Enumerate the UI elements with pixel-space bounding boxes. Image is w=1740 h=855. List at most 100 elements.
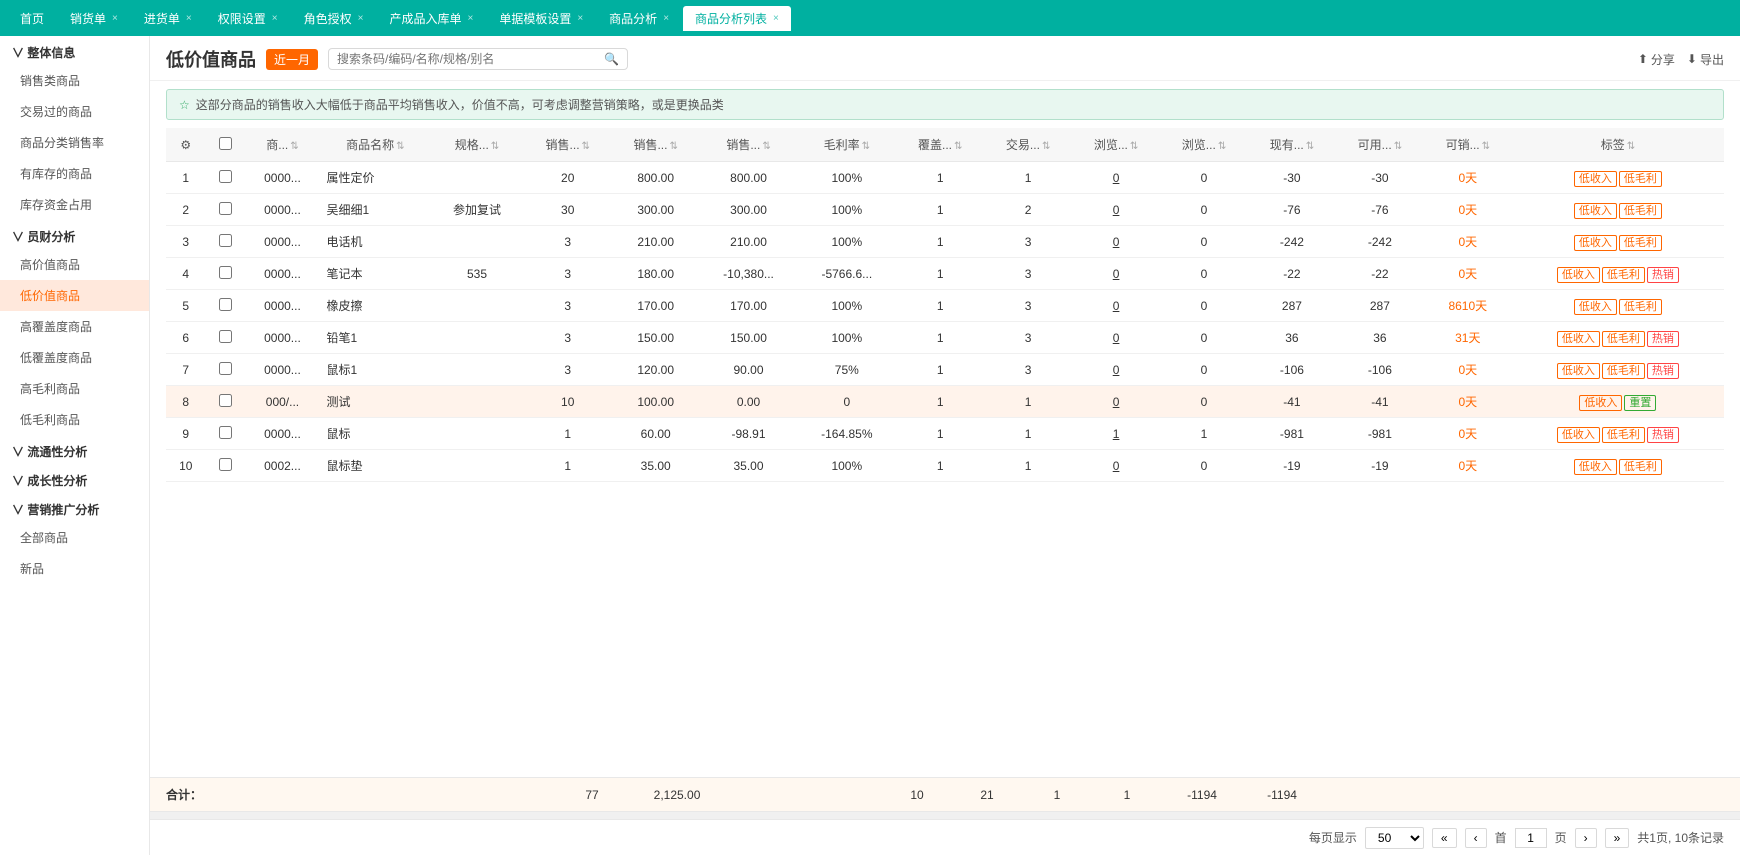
close-icon[interactable]: × xyxy=(773,13,779,24)
nav-purchase-order[interactable]: 进货单 × xyxy=(132,6,204,31)
row-view1[interactable]: 0 xyxy=(1072,386,1160,418)
scrollbar[interactable] xyxy=(150,811,1740,819)
col-stock[interactable]: 现有...⇅ xyxy=(1248,128,1336,162)
per-page-select[interactable]: 50 20 100 xyxy=(1365,827,1424,849)
row-view1[interactable]: 0 xyxy=(1072,354,1160,386)
view1-link[interactable]: 0 xyxy=(1113,203,1120,217)
nav-product-analysis[interactable]: 商品分析 × xyxy=(597,6,681,31)
col-name[interactable]: 商品名称⇅ xyxy=(320,128,430,162)
sidebar-group-marketing[interactable]: ∨ 营销推广分析 xyxy=(0,493,149,522)
row-checkbox[interactable] xyxy=(219,298,232,311)
row-checkbox[interactable] xyxy=(219,330,232,343)
row-view1[interactable]: 0 xyxy=(1072,226,1160,258)
view1-link[interactable]: 0 xyxy=(1113,459,1120,473)
nav-permission[interactable]: 权限设置 × xyxy=(206,6,290,31)
sidebar-item-stock-capital[interactable]: 库存资金占用 xyxy=(0,189,149,220)
close-icon[interactable]: × xyxy=(358,13,364,24)
sidebar-item-sales-products[interactable]: 销售类商品 xyxy=(0,65,149,96)
row-checkbox[interactable] xyxy=(219,394,232,407)
view1-link[interactable]: 0 xyxy=(1113,267,1120,281)
col-code[interactable]: 商...⇅ xyxy=(245,128,321,162)
close-icon[interactable]: × xyxy=(186,13,192,24)
sidebar-item-high-value[interactable]: 高价值商品 xyxy=(0,249,149,280)
col-margin[interactable]: 毛利率⇅ xyxy=(797,128,896,162)
sidebar-item-low-margin[interactable]: 低毛利商品 xyxy=(0,404,149,435)
next-page-button[interactable]: › xyxy=(1575,828,1597,848)
row-view1[interactable]: 0 xyxy=(1072,194,1160,226)
view1-link[interactable]: 0 xyxy=(1113,299,1120,313)
view1-link[interactable]: 0 xyxy=(1113,363,1120,377)
col-trade[interactable]: 交易...⇅ xyxy=(984,128,1072,162)
col-view1[interactable]: 浏览...⇅ xyxy=(1072,128,1160,162)
sidebar-item-traded-products[interactable]: 交易过的商品 xyxy=(0,96,149,127)
row-checkbox[interactable] xyxy=(219,234,232,247)
row-checkbox[interactable] xyxy=(219,362,232,375)
row-check[interactable] xyxy=(206,226,245,258)
col-qty[interactable]: 销售...⇅ xyxy=(524,128,612,162)
row-checkbox[interactable] xyxy=(219,426,232,439)
close-icon[interactable]: × xyxy=(112,13,118,24)
col-sale2[interactable]: 销售...⇅ xyxy=(700,128,798,162)
col-salable[interactable]: 可销...⇅ xyxy=(1424,128,1512,162)
row-check[interactable] xyxy=(206,322,245,354)
sidebar-group-growth[interactable]: ∨ 成长性分析 xyxy=(0,464,149,493)
row-view1[interactable]: 0 xyxy=(1072,322,1160,354)
close-icon[interactable]: × xyxy=(577,13,583,24)
col-tags[interactable]: 标签⇅ xyxy=(1512,128,1724,162)
close-icon[interactable]: × xyxy=(467,13,473,24)
row-checkbox[interactable] xyxy=(219,170,232,183)
sidebar-group-finance[interactable]: ∨ 员财分析 xyxy=(0,220,149,249)
date-range-button[interactable]: 近一月 xyxy=(266,49,318,70)
page-input[interactable] xyxy=(1515,828,1547,848)
row-view1[interactable]: 1 xyxy=(1072,418,1160,450)
nav-product-analysis-list[interactable]: 商品分析列表 × xyxy=(683,6,791,31)
row-view1[interactable]: 0 xyxy=(1072,290,1160,322)
col-sale1[interactable]: 销售...⇅ xyxy=(612,128,700,162)
row-view1[interactable]: 0 xyxy=(1072,258,1160,290)
row-view1[interactable]: 0 xyxy=(1072,450,1160,482)
row-check[interactable] xyxy=(206,162,245,194)
nav-template[interactable]: 单据模板设置 × xyxy=(487,6,595,31)
row-checkbox[interactable] xyxy=(219,458,232,471)
row-check[interactable] xyxy=(206,354,245,386)
col-coverage[interactable]: 覆盖...⇅ xyxy=(896,128,984,162)
view1-link[interactable]: 0 xyxy=(1113,171,1120,185)
row-check[interactable] xyxy=(206,418,245,450)
nav-sales-order[interactable]: 销货单 × xyxy=(58,6,130,31)
last-page-button[interactable]: » xyxy=(1605,828,1630,848)
sidebar-group-circulation[interactable]: ∨ 流通性分析 xyxy=(0,435,149,464)
search-input[interactable] xyxy=(337,52,604,66)
first-page-button[interactable]: « xyxy=(1432,828,1457,848)
col-avail[interactable]: 可用...⇅ xyxy=(1336,128,1424,162)
sidebar-item-low-value[interactable]: 低价值商品 xyxy=(0,280,149,311)
close-icon[interactable]: × xyxy=(663,13,669,24)
row-check[interactable] xyxy=(206,450,245,482)
select-all-checkbox[interactable] xyxy=(219,137,232,150)
search-box[interactable]: 🔍 xyxy=(328,48,628,70)
sidebar-item-new-products[interactable]: 新品 xyxy=(0,553,149,584)
sidebar-item-all-products[interactable]: 全部商品 xyxy=(0,522,149,553)
nav-product-storage[interactable]: 产成品入库单 × xyxy=(377,6,485,31)
col-view2[interactable]: 浏览...⇅ xyxy=(1160,128,1248,162)
col-checkbox[interactable] xyxy=(206,128,245,162)
share-button[interactable]: ⬆ 分享 xyxy=(1638,51,1675,68)
row-checkbox[interactable] xyxy=(219,266,232,279)
view1-link[interactable]: 0 xyxy=(1113,395,1120,409)
nav-home[interactable]: 首页 xyxy=(8,6,56,31)
nav-role-auth[interactable]: 角色授权 × xyxy=(292,6,376,31)
view1-link[interactable]: 1 xyxy=(1113,427,1120,441)
sidebar-group-general[interactable]: ∨ 整体信息 xyxy=(0,36,149,65)
row-check[interactable] xyxy=(206,386,245,418)
sidebar-item-high-margin[interactable]: 高毛利商品 xyxy=(0,373,149,404)
row-check[interactable] xyxy=(206,258,245,290)
sidebar-item-high-coverage[interactable]: 高覆盖度商品 xyxy=(0,311,149,342)
row-view1[interactable]: 0 xyxy=(1072,162,1160,194)
close-icon[interactable]: × xyxy=(272,13,278,24)
row-check[interactable] xyxy=(206,194,245,226)
sidebar-item-low-coverage[interactable]: 低覆盖度商品 xyxy=(0,342,149,373)
sidebar-item-stocked-products[interactable]: 有库存的商品 xyxy=(0,158,149,189)
row-checkbox[interactable] xyxy=(219,202,232,215)
search-icon[interactable]: 🔍 xyxy=(604,52,619,66)
col-settings[interactable]: ⚙ xyxy=(166,128,206,162)
view1-link[interactable]: 0 xyxy=(1113,331,1120,345)
